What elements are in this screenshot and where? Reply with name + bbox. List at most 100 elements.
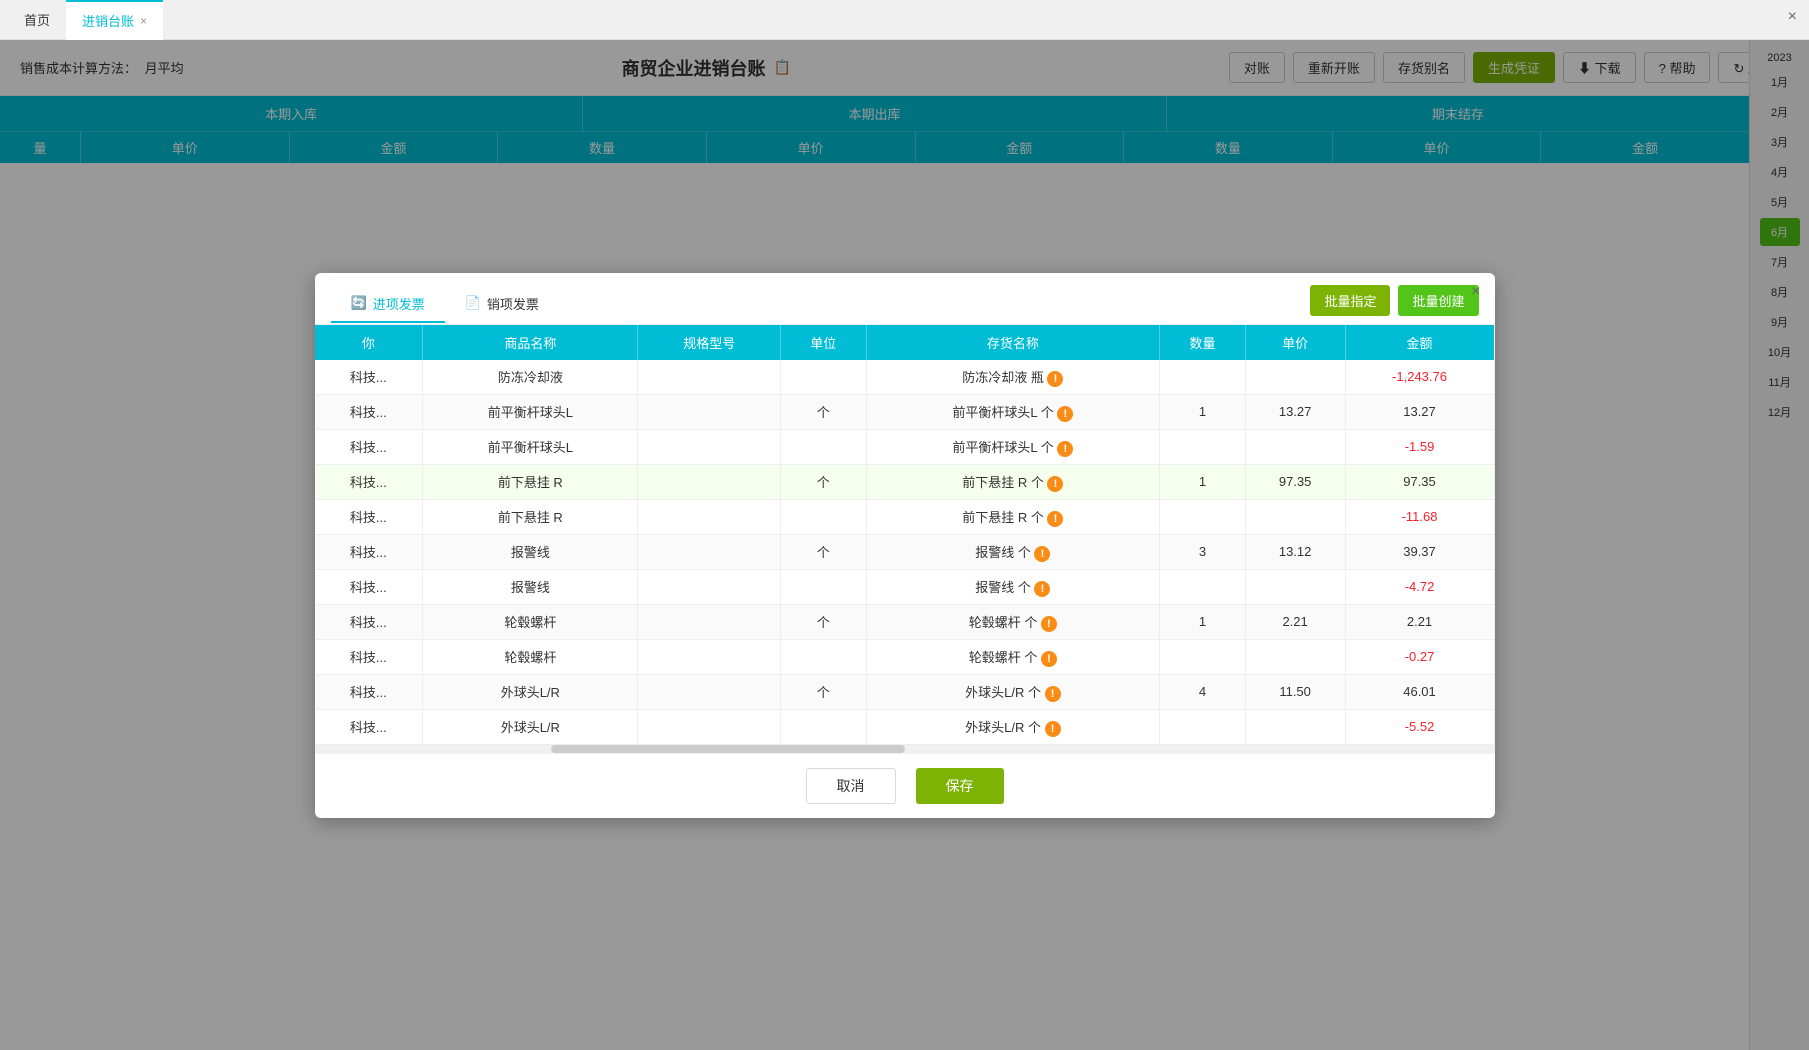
cell-supplier: 科技...	[315, 499, 423, 534]
cell-quantity: 3	[1160, 534, 1246, 569]
tab-ledger[interactable]: 进销台账 ×	[66, 0, 163, 40]
modal-table-container[interactable]: 你 商品名称 规格型号 单位 存货名称 数量 单价 金额 科技...防冻冷却液防…	[315, 325, 1495, 745]
cell-quantity: 1	[1160, 394, 1246, 429]
cell-amount: 46.01	[1345, 674, 1494, 709]
cell-unit	[780, 709, 866, 744]
tab-home[interactable]: 首页	[8, 0, 66, 40]
modal-dialog: × 🔄 进项发票 📄 销项发票 批量指定 批量创建	[315, 273, 1495, 818]
cell-supplier: 科技...	[315, 639, 423, 674]
th-quantity: 数量	[1160, 325, 1246, 360]
cell-supplier: 科技...	[315, 464, 423, 499]
table-row[interactable]: 科技...外球头L/R个外球头L/R 个 !411.5046.01	[315, 674, 1495, 709]
modal-overlay: × 🔄 进项发票 📄 销项发票 批量指定 批量创建	[0, 40, 1809, 1050]
cell-spec	[638, 534, 781, 569]
table-row[interactable]: 科技...前下悬挂 R个前下悬挂 R 个 !197.3597.35	[315, 464, 1495, 499]
cell-amount: -1,243.76	[1345, 360, 1494, 395]
cell-quantity	[1160, 569, 1246, 604]
cell-product-name: 前下悬挂 R	[423, 499, 638, 534]
cell-supplier: 科技...	[315, 709, 423, 744]
modal-header: 🔄 进项发票 📄 销项发票 批量指定 批量创建	[315, 273, 1495, 325]
table-row[interactable]: 科技...防冻冷却液 防冻冷却液 瓶 ! -1,243.76	[315, 360, 1495, 395]
cell-supplier: 科技...	[315, 360, 423, 395]
modal-tabs: 🔄 进项发票 📄 销项发票	[331, 286, 559, 323]
th-product-name: 商品名称	[423, 325, 638, 360]
cell-inventory-name: 前下悬挂 R 个 !	[866, 464, 1160, 499]
cancel-button[interactable]: 取消	[806, 768, 896, 804]
cell-spec	[638, 499, 781, 534]
warning-icon: !	[1045, 721, 1061, 737]
warning-icon: !	[1045, 686, 1061, 702]
cell-product-name: 前下悬挂 R	[423, 464, 638, 499]
cell-spec	[638, 709, 781, 744]
tab-close-icon[interactable]: ×	[140, 14, 147, 28]
table-row[interactable]: 科技...轮毂螺杆个轮毂螺杆 个 !12.212.21	[315, 604, 1495, 639]
invoice-table: 你 商品名称 规格型号 单位 存货名称 数量 单价 金额 科技...防冻冷却液防…	[315, 325, 1495, 745]
cell-product-name: 轮毂螺杆	[423, 604, 638, 639]
cell-inventory-name: 报警线 个 !	[866, 534, 1160, 569]
cell-quantity: 1	[1160, 604, 1246, 639]
cell-supplier: 科技...	[315, 394, 423, 429]
cell-spec	[638, 604, 781, 639]
cell-price: 97.35	[1245, 464, 1345, 499]
table-row[interactable]: 科技...报警线个报警线 个 !313.1239.37	[315, 534, 1495, 569]
cell-price: 13.12	[1245, 534, 1345, 569]
cell-product-name: 外球头L/R	[423, 709, 638, 744]
cell-supplier: 科技...	[315, 674, 423, 709]
cell-inventory-name: 防冻冷却液 瓶 !	[866, 360, 1160, 395]
table-row[interactable]: 科技...前平衡杆球头L个前平衡杆球头L 个 !113.2713.27	[315, 394, 1495, 429]
cell-amount: -1.59	[1345, 429, 1494, 464]
cell-price	[1245, 499, 1345, 534]
table-row[interactable]: 科技...前平衡杆球头L前平衡杆球头L 个 !-1.59	[315, 429, 1495, 464]
cell-product-name: 前平衡杆球头L	[423, 394, 638, 429]
table-row[interactable]: 科技...外球头L/R外球头L/R 个 !-5.52	[315, 709, 1495, 744]
table-row[interactable]: 科技...轮毂螺杆轮毂螺杆 个 !-0.27	[315, 639, 1495, 674]
cell-unit: 个	[780, 674, 866, 709]
cell-supplier: 科技...	[315, 604, 423, 639]
tab-sales-invoice[interactable]: 📄 销项发票	[445, 286, 559, 323]
horizontal-scrollbar[interactable]	[315, 745, 1495, 753]
cell-inventory-name: 轮毂螺杆 个 !	[866, 639, 1160, 674]
tab-purchase-invoice[interactable]: 🔄 进项发票	[331, 286, 445, 323]
table-row[interactable]: 科技...报警线报警线 个 !-4.72	[315, 569, 1495, 604]
cell-quantity: 4	[1160, 674, 1246, 709]
warning-icon: !	[1057, 406, 1073, 422]
save-button[interactable]: 保存	[916, 768, 1004, 804]
cell-unit: 个	[780, 604, 866, 639]
warning-icon: !	[1047, 511, 1063, 527]
cell-supplier: 科技...	[315, 569, 423, 604]
cell-amount: -5.52	[1345, 709, 1494, 744]
cell-unit: 个	[780, 464, 866, 499]
cell-price: 13.27	[1245, 394, 1345, 429]
cell-price	[1245, 569, 1345, 604]
batch-assign-button[interactable]: 批量指定	[1310, 285, 1390, 316]
cell-unit	[780, 639, 866, 674]
cell-amount: -4.72	[1345, 569, 1494, 604]
cell-quantity	[1160, 429, 1246, 464]
th-spec: 规格型号	[638, 325, 781, 360]
cell-inventory-name: 前平衡杆球头L 个 !	[866, 429, 1160, 464]
cell-product-name: 外球头L/R	[423, 674, 638, 709]
cell-quantity	[1160, 499, 1246, 534]
cell-quantity	[1160, 709, 1246, 744]
modal-close-icon[interactable]: ×	[1471, 283, 1480, 301]
th-price: 单价	[1245, 325, 1345, 360]
cell-price	[1245, 639, 1345, 674]
cell-quantity	[1160, 639, 1246, 674]
cell-inventory-name: 轮毂螺杆 个 !	[866, 604, 1160, 639]
modal-header-buttons: 批量指定 批量创建	[1310, 285, 1478, 324]
cell-product-name: 轮毂螺杆	[423, 639, 638, 674]
cell-spec	[638, 674, 781, 709]
main-content: 销售成本计算方法： 月平均 商贸企业进销台账 📋 对账 重新开账 存货别名 生成…	[0, 40, 1809, 1050]
tab-bar: 首页 进销台账 × ×	[0, 0, 1809, 40]
cell-product-name: 报警线	[423, 569, 638, 604]
modal-footer: 取消 保存	[315, 753, 1495, 818]
cell-supplier: 科技...	[315, 534, 423, 569]
cell-spec	[638, 360, 781, 395]
batch-create-button[interactable]: 批量创建	[1398, 285, 1478, 316]
cell-unit	[780, 429, 866, 464]
window-close-icon[interactable]: ×	[1788, 8, 1797, 26]
warning-icon: !	[1041, 651, 1057, 667]
cell-product-name: 防冻冷却液	[423, 360, 638, 395]
cell-inventory-name: 外球头L/R 个 !	[866, 674, 1160, 709]
table-row[interactable]: 科技...前下悬挂 R前下悬挂 R 个 !-11.68	[315, 499, 1495, 534]
